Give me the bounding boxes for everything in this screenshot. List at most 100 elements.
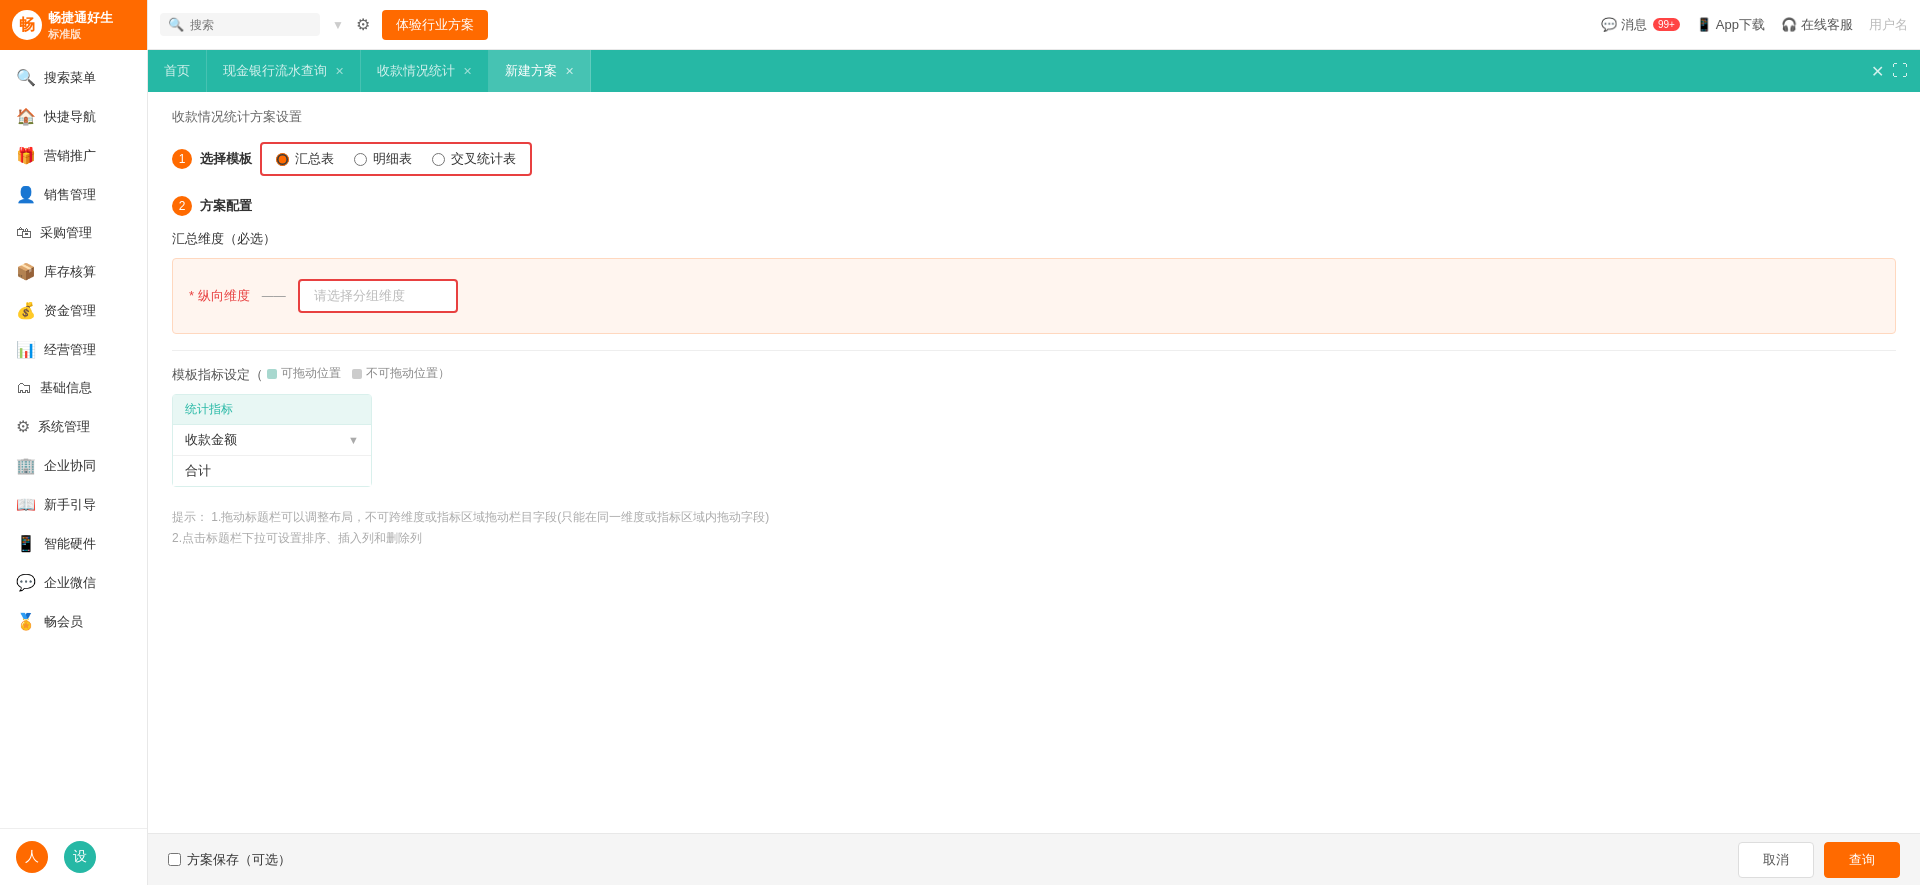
search-hint: ▼ (332, 18, 344, 32)
folder-icon: 🗂 (16, 379, 32, 397)
chat-icon: 💬 (16, 573, 36, 592)
radio-summary[interactable]: 汇总表 (276, 150, 334, 168)
sidebar-item-finance[interactable]: 💰 资金管理 (0, 291, 147, 330)
sidebar-item-purchase[interactable]: 🛍 采购管理 (0, 214, 147, 252)
sidebar-item-system[interactable]: ⚙ 系统管理 (0, 407, 147, 446)
section1-header: 1 选择模板 汇总表 明细表 交叉统计表 (172, 142, 1896, 176)
page-content: 收款情况统计方案设置 1 选择模板 汇总表 明细表 (148, 92, 1920, 833)
save-plan-checkbox-input[interactable] (168, 853, 181, 866)
tab-home[interactable]: 首页 (148, 50, 207, 92)
arrow-label: —— (262, 289, 286, 303)
tabbar-actions: ✕ ⛶ (1859, 50, 1920, 92)
sidebar-item-hardware[interactable]: 📱 智能硬件 (0, 524, 147, 563)
tabbar: 首页 现金银行流水查询 ✕ 收款情况统计 ✕ 新建方案 ✕ ✕ ⛶ (148, 50, 1920, 92)
sidebar-item-wechat[interactable]: 💬 企业微信 (0, 563, 147, 602)
content-area: 收款情况统计方案设置 1 选择模板 汇总表 明细表 (148, 92, 1920, 885)
tab-expand-btn[interactable]: ⛶ (1892, 62, 1908, 80)
message-button[interactable]: 💬 消息 99+ (1601, 16, 1680, 34)
radio-summary-input[interactable] (276, 153, 289, 166)
radio-detail-input[interactable] (354, 153, 367, 166)
save-plan-checkbox[interactable]: 方案保存（可选） (168, 851, 291, 869)
sidebar-item-search[interactable]: 🔍 搜索菜单 (0, 58, 147, 97)
sidebar-item-basic[interactable]: 🗂 基础信息 (0, 369, 147, 407)
metrics-header: 模板指标设定（ 可拖动位置 不可拖动位置） (172, 365, 1896, 384)
section-template: 1 选择模板 汇总表 明细表 交叉统计表 (172, 142, 1896, 176)
metrics-section: 模板指标设定（ 可拖动位置 不可拖动位置） 统计指标 (172, 350, 1896, 487)
sidebar-item-member[interactable]: 🏅 畅会员 (0, 602, 147, 641)
money-icon: 💰 (16, 301, 36, 320)
tips-section: 提示： 1.拖动标题栏可以调整布局，不可跨维度或指标区域拖动栏目字段(只能在同一… (172, 507, 1896, 550)
radio-detail[interactable]: 明细表 (354, 150, 412, 168)
service-icon: 🎧 (1781, 17, 1797, 32)
chevron-down-icon[interactable]: ▼ (348, 434, 359, 446)
tab-bank[interactable]: 现金银行流水查询 ✕ (207, 50, 361, 92)
main-area: 🔍 ▼ ⚙ 体验行业方案 💬 消息 99+ 📱 App下载 🎧 在线客服 用户名 (148, 0, 1920, 885)
sidebar-item-guide[interactable]: 📖 新手引导 (0, 485, 147, 524)
section-config: 2 方案配置 汇总维度（必选） * 纵向维度 —— 请选择分组维度 (172, 196, 1896, 550)
radio-cross-label[interactable]: 交叉统计表 (451, 150, 516, 168)
search-input[interactable] (190, 18, 310, 32)
sidebar-item-operation[interactable]: 📊 经营管理 (0, 330, 147, 369)
dimension-selector[interactable]: 请选择分组维度 (298, 279, 458, 313)
tabbar-spacer (591, 50, 1859, 92)
topbar: 🔍 ▼ ⚙ 体验行业方案 💬 消息 99+ 📱 App下载 🎧 在线客服 用户名 (148, 0, 1920, 50)
radio-cross[interactable]: 交叉统计表 (432, 150, 516, 168)
building-icon: 🏢 (16, 456, 36, 475)
metrics-category: 统计指标 (173, 395, 371, 425)
tab-collection-close[interactable]: ✕ (463, 65, 472, 78)
bag-icon: 🛍 (16, 224, 32, 242)
phone-icon: 📱 (16, 534, 36, 553)
cancel-button[interactable]: 取消 (1738, 842, 1814, 878)
search-icon: 🔍 (168, 17, 184, 32)
template-selector: 汇总表 明细表 交叉统计表 (260, 142, 532, 176)
search-icon: 🔍 (16, 68, 36, 87)
radio-cross-input[interactable] (432, 153, 445, 166)
metrics-table: 统计指标 收款金额 ▼ 合计 (172, 394, 372, 487)
sidebar-footer: 人 设 (0, 828, 147, 885)
medal-icon: 🏅 (16, 612, 36, 631)
sidebar-item-inventory[interactable]: 📦 库存核算 (0, 252, 147, 291)
gift-icon: 🎁 (16, 146, 36, 165)
tab-bank-close[interactable]: ✕ (335, 65, 344, 78)
non-draggable-indicator: 不可拖动位置） (352, 365, 450, 382)
sidebar-item-collab[interactable]: 🏢 企业协同 (0, 446, 147, 485)
tab-new-plan[interactable]: 新建方案 ✕ (489, 50, 591, 92)
home-icon: 🏠 (16, 107, 36, 126)
page-title: 收款情况统计方案设置 (172, 108, 1896, 126)
tab-new-plan-close[interactable]: ✕ (565, 65, 574, 78)
metrics-item-1: 合计 (173, 456, 371, 486)
dimension-row: * 纵向维度 —— 请选择分组维度 (189, 279, 1879, 313)
settings-icon[interactable]: ⚙ (356, 15, 370, 34)
radio-summary-label[interactable]: 汇总表 (295, 150, 334, 168)
non-draggable-dot (352, 369, 362, 379)
tip-line-1: 提示： 1.拖动标题栏可以调整布局，不可跨维度或指标区域拖动栏目字段(只能在同一… (172, 507, 1896, 529)
dimension-title: 汇总维度（必选） (172, 230, 1896, 248)
username: 用户名 (1869, 16, 1908, 34)
draggable-indicator: 可拖动位置 (267, 365, 341, 382)
draggable-dot (267, 369, 277, 379)
dimension-area: * 纵向维度 —— 请选择分组维度 (172, 258, 1896, 334)
sidebar-item-quicknav[interactable]: 🏠 快捷导航 (0, 97, 147, 136)
sidebar-item-sales[interactable]: 👤 销售管理 (0, 175, 147, 214)
chart-icon: 📊 (16, 340, 36, 359)
sidebar-footer-icon2[interactable]: 设 (64, 841, 96, 873)
metrics-item-0[interactable]: 收款金额 ▼ (173, 425, 371, 456)
page-footer: 方案保存（可选） 取消 查询 (148, 833, 1920, 885)
gear-icon: ⚙ (16, 417, 30, 436)
online-service-button[interactable]: 🎧 在线客服 (1781, 16, 1853, 34)
tab-collection[interactable]: 收款情况统计 ✕ (361, 50, 489, 92)
metrics-header-text: 模板指标设定（ 可拖动位置 不可拖动位置） (172, 365, 450, 384)
topbar-search-box[interactable]: 🔍 (160, 13, 320, 36)
section2-header: 2 方案配置 (172, 196, 1896, 216)
tab-close-btn[interactable]: ✕ (1871, 62, 1884, 81)
sidebar-item-marketing[interactable]: 🎁 营销推广 (0, 136, 147, 175)
sidebar-logo: 畅 畅捷通好生 标准版 (0, 0, 147, 50)
app-download-button[interactable]: 📱 App下载 (1696, 16, 1765, 34)
sidebar-footer-icon1[interactable]: 人 (16, 841, 48, 873)
radio-detail-label[interactable]: 明细表 (373, 150, 412, 168)
industry-plan-button[interactable]: 体验行业方案 (382, 10, 488, 40)
logo-icon: 畅 (12, 10, 42, 40)
confirm-button[interactable]: 查询 (1824, 842, 1900, 878)
sidebar-nav: 🔍 搜索菜单 🏠 快捷导航 🎁 营销推广 👤 销售管理 🛍 采购管理 📦 库存核… (0, 50, 147, 828)
book-icon: 📖 (16, 495, 36, 514)
